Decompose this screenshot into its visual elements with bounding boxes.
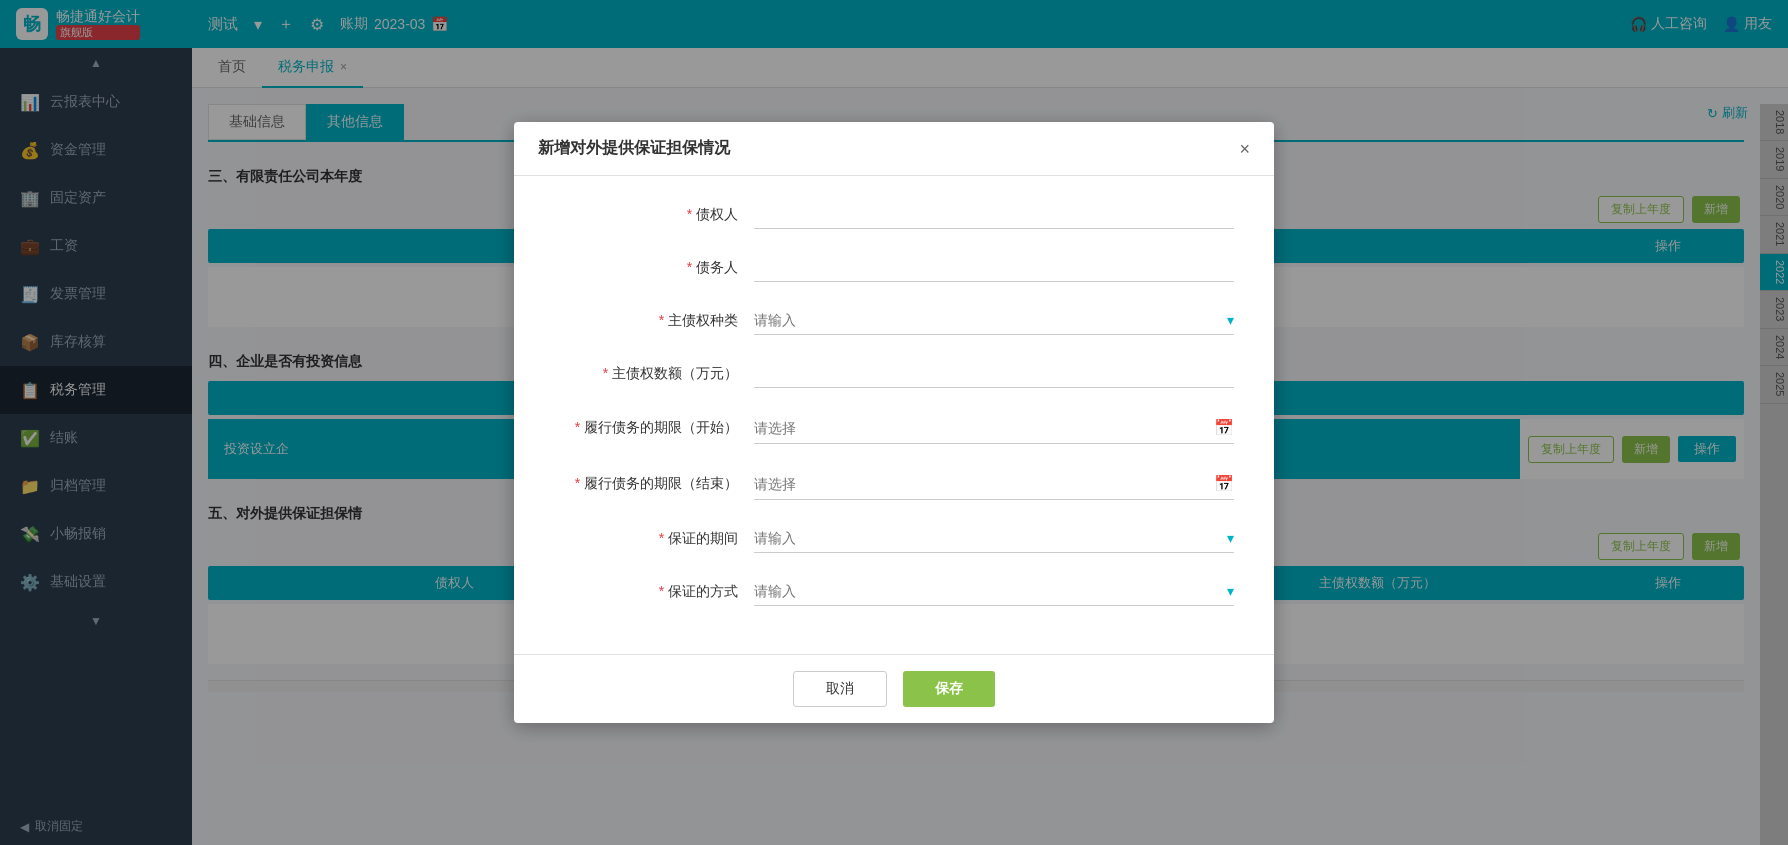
form-row-period-end: * 履行债务的期限（结束） 📅 — [554, 468, 1234, 500]
required-marker3: * — [659, 312, 664, 328]
form-row-claim-type: * 主债权种类 ▾ — [554, 306, 1234, 335]
dialog-close-btn[interactable]: × — [1239, 140, 1250, 158]
select-guarantee-period[interactable]: ▾ — [754, 524, 1234, 553]
label-claim-amount: * 主债权数额（万元） — [554, 365, 754, 383]
select-guarantee-method[interactable]: ▾ — [754, 577, 1234, 606]
label-debtor: * 债务人 — [554, 259, 754, 277]
chevron-down-icon-method: ▾ — [1227, 583, 1234, 599]
select-guarantee-period-input[interactable] — [754, 530, 1227, 546]
dialog-overlay: 新增对外提供保证担保情况 × * 债权人 * 债务人 — [0, 0, 1788, 845]
label-claim-amount-text: 主债权数额（万元） — [612, 365, 738, 381]
form-row-guarantee-period: * 保证的期间 ▾ — [554, 524, 1234, 553]
calendar-start-icon[interactable]: 📅 — [1214, 418, 1234, 437]
select-claim-type[interactable]: ▾ — [754, 306, 1234, 335]
label-claim-type-text: 主债权种类 — [668, 312, 738, 328]
label-claim-type: * 主债权种类 — [554, 312, 754, 330]
select-guarantee-method-input[interactable] — [754, 583, 1227, 599]
label-guarantee-method: * 保证的方式 — [554, 583, 754, 601]
required-marker4: * — [603, 365, 608, 381]
dialog-title: 新增对外提供保证担保情况 — [538, 138, 730, 159]
dialog-footer: 取消 保存 — [514, 654, 1274, 723]
form-row-creditor: * 债权人 — [554, 200, 1234, 229]
dialog-body: * 债权人 * 债务人 * 主债权种类 — [514, 176, 1274, 654]
label-creditor: * 债权人 — [554, 206, 754, 224]
form-row-period-start: * 履行债务的期限（开始） 📅 — [554, 412, 1234, 444]
input-claim-amount[interactable] — [754, 359, 1234, 388]
label-guarantee-method-text: 保证的方式 — [668, 583, 738, 599]
label-debtor-text: 债务人 — [696, 259, 738, 275]
chevron-down-icon-period: ▾ — [1227, 530, 1234, 546]
form-row-debtor: * 债务人 — [554, 253, 1234, 282]
dialog-header: 新增对外提供保证担保情况 × — [514, 122, 1274, 176]
form-row-claim-amount: * 主债权数额（万元） — [554, 359, 1234, 388]
date-period-end-input[interactable] — [754, 476, 1214, 492]
date-period-start-input[interactable] — [754, 420, 1214, 436]
label-period-end-text: 履行债务的期限（结束） — [584, 475, 738, 491]
required-marker5: * — [575, 419, 580, 435]
required-marker7: * — [659, 530, 664, 546]
input-creditor[interactable] — [754, 200, 1234, 229]
required-marker: * — [687, 206, 692, 222]
label-guarantee-period-text: 保证的期间 — [668, 530, 738, 546]
required-marker6: * — [575, 475, 580, 491]
label-creditor-text: 债权人 — [696, 206, 738, 222]
form-row-guarantee-method: * 保证的方式 ▾ — [554, 577, 1234, 606]
dialog: 新增对外提供保证担保情况 × * 债权人 * 债务人 — [514, 122, 1274, 723]
input-debtor[interactable] — [754, 253, 1234, 282]
date-period-end[interactable]: 📅 — [754, 468, 1234, 500]
calendar-end-icon[interactable]: 📅 — [1214, 474, 1234, 493]
label-period-start: * 履行债务的期限（开始） — [554, 419, 754, 437]
cancel-button[interactable]: 取消 — [793, 671, 887, 707]
required-marker2: * — [687, 259, 692, 275]
label-period-end: * 履行债务的期限（结束） — [554, 475, 754, 493]
label-period-start-text: 履行债务的期限（开始） — [584, 419, 738, 435]
save-button[interactable]: 保存 — [903, 671, 995, 707]
required-marker8: * — [659, 583, 664, 599]
label-guarantee-period: * 保证的期间 — [554, 530, 754, 548]
chevron-down-icon-claim: ▾ — [1227, 312, 1234, 328]
date-period-start[interactable]: 📅 — [754, 412, 1234, 444]
select-claim-type-input[interactable] — [754, 312, 1227, 328]
